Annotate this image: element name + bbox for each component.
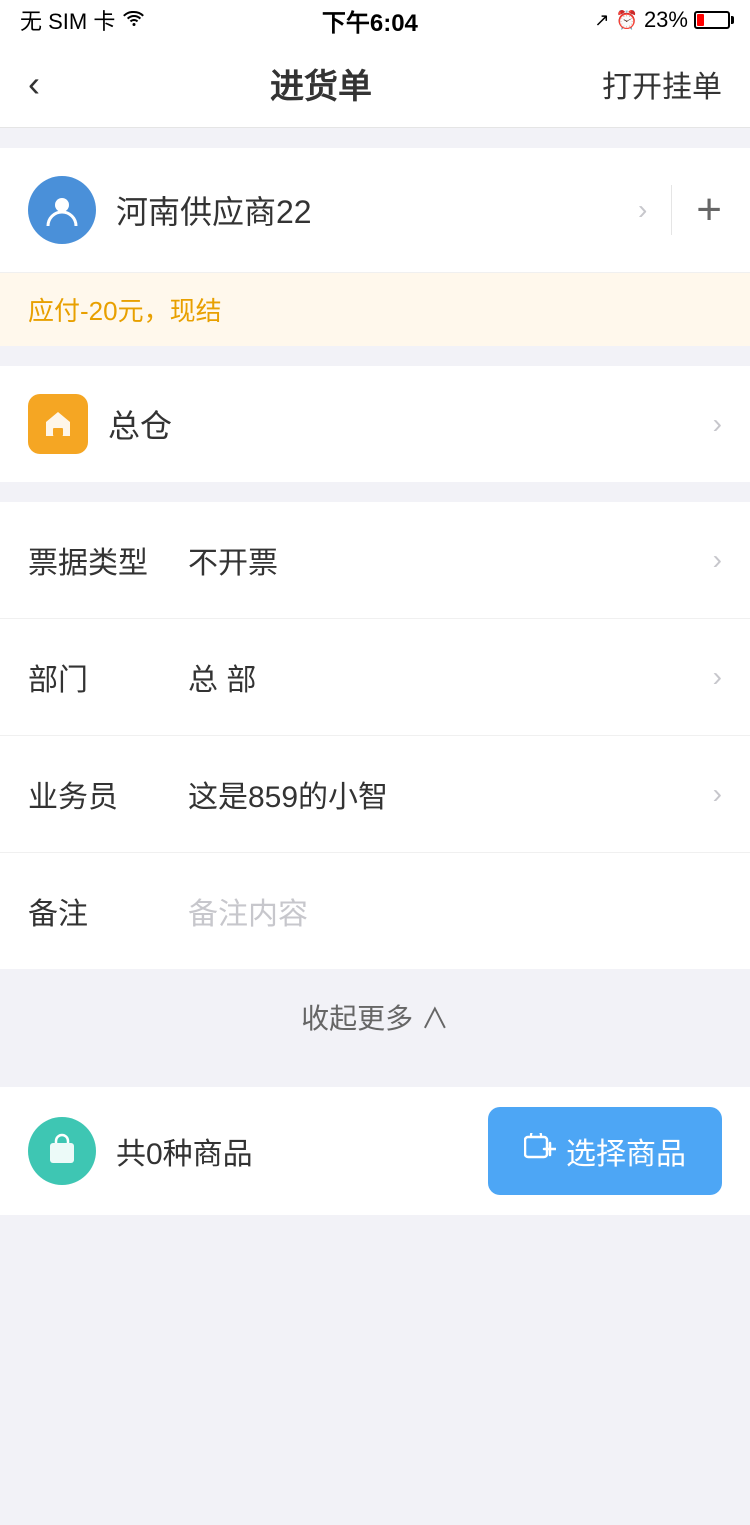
nav-bar: ‹ 进货单 打开挂单 xyxy=(0,40,750,128)
supplier-card: 河南供应商22 › + 应付-20元，现结 xyxy=(0,148,750,346)
page-title: 进货单 xyxy=(270,59,372,108)
gap-1 xyxy=(0,128,750,148)
gap-2 xyxy=(0,346,750,366)
open-pending-button[interactable]: 打开挂单 xyxy=(602,62,722,106)
collapse-label: 收起更多 ∧ xyxy=(301,1003,449,1034)
wifi-icon xyxy=(123,7,145,33)
status-time: 下午6:04 xyxy=(322,3,418,38)
bottom-fill xyxy=(0,1215,750,1525)
warehouse-name: 总仓 xyxy=(108,401,713,447)
dept-row[interactable]: 部门 总 部 › xyxy=(0,619,750,736)
warning-banner: 应付-20元，现结 xyxy=(0,273,750,346)
warehouse-card[interactable]: 总仓 › xyxy=(0,366,750,482)
warning-text: 应付-20元，现结 xyxy=(28,296,222,326)
back-button[interactable]: ‹ xyxy=(28,63,40,105)
invoice-row[interactable]: 票据类型 不开票 › xyxy=(0,502,750,619)
invoice-value: 不开票 xyxy=(188,538,713,582)
select-product-button[interactable]: 选择商品 xyxy=(488,1107,722,1195)
location-icon: ↗ xyxy=(594,10,609,31)
alarm-icon: ⏰ xyxy=(616,10,638,31)
gap-3 xyxy=(0,482,750,502)
warehouse-chevron-icon: › xyxy=(713,408,722,440)
add-supplier-button[interactable]: + xyxy=(696,188,722,232)
salesperson-value: 这是859的小智 xyxy=(188,772,713,816)
dept-label: 部门 xyxy=(28,655,168,699)
remark-row[interactable]: 备注 备注内容 xyxy=(0,853,750,969)
status-left: 无 SIM 卡 xyxy=(20,4,145,36)
dept-value: 总 部 xyxy=(188,655,713,699)
salesperson-row[interactable]: 业务员 这是859的小智 › xyxy=(0,736,750,853)
supplier-name: 河南供应商22 xyxy=(116,187,638,233)
supplier-row[interactable]: 河南供应商22 › + xyxy=(0,148,750,273)
select-product-label: 选择商品 xyxy=(566,1129,686,1173)
product-icon xyxy=(28,1117,96,1185)
battery-percent: 23% xyxy=(644,7,688,33)
status-bar: 无 SIM 卡 下午6:04 ↗ ⏰ 23% xyxy=(0,0,750,40)
salesperson-label: 业务员 xyxy=(28,772,168,816)
warehouse-icon xyxy=(28,394,88,454)
battery-icon xyxy=(694,11,730,29)
carrier-label: 无 SIM 卡 xyxy=(20,4,115,36)
select-product-icon xyxy=(524,1133,556,1169)
gap-4 xyxy=(0,1065,750,1085)
divider xyxy=(671,185,672,235)
product-bar: 共0种商品 选择商品 xyxy=(0,1087,750,1215)
salesperson-chevron-icon: › xyxy=(713,778,722,810)
form-section: 票据类型 不开票 › 部门 总 部 › 业务员 这是859的小智 › 备注 备注… xyxy=(0,502,750,969)
supplier-chevron-icon: › xyxy=(638,194,647,226)
collapse-row[interactable]: 收起更多 ∧ xyxy=(0,969,750,1065)
warehouse-row[interactable]: 总仓 › xyxy=(0,366,750,482)
product-count: 共0种商品 xyxy=(116,1129,488,1173)
invoice-chevron-icon: › xyxy=(713,544,722,576)
remark-input[interactable]: 备注内容 xyxy=(188,889,722,933)
remark-label: 备注 xyxy=(28,889,168,933)
dept-chevron-icon: › xyxy=(713,661,722,693)
supplier-avatar xyxy=(28,176,96,244)
status-right: ↗ ⏰ 23% xyxy=(594,7,730,33)
invoice-label: 票据类型 xyxy=(28,538,168,582)
